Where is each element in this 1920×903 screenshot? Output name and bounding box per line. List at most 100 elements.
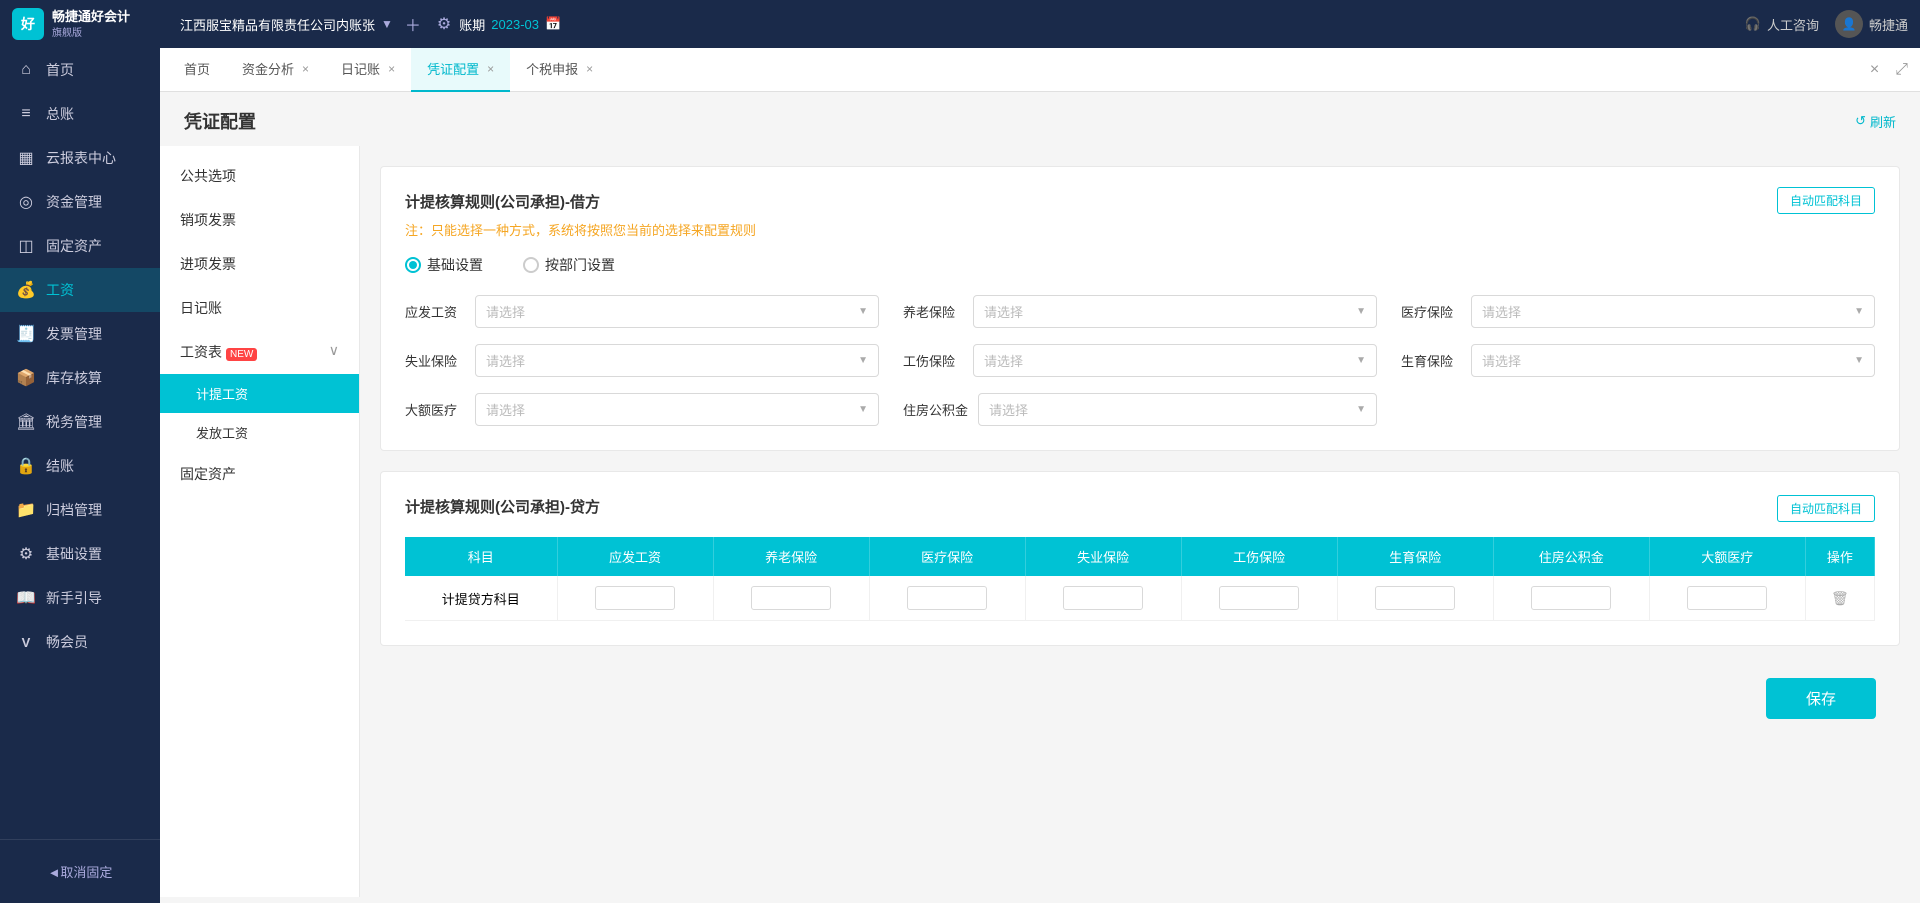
sidebar-item-funds[interactable]: ◎ 资金管理 [0,180,160,224]
th-subject: 科目 [405,537,557,576]
input-medical[interactable] [907,586,987,610]
td-large-medical-input[interactable] [1649,576,1805,621]
tab-tax-label: 个税申报 [526,59,578,78]
credit-auto-match-btn[interactable]: 自动匹配科目 [1777,495,1875,522]
tab-funds-close[interactable]: × [302,62,309,76]
calendar-icon[interactable]: 📅 [545,16,561,32]
sidebar-item-ledger[interactable]: ≡ 总账 [0,92,160,136]
expand-tab-btn[interactable]: ⤢ [1891,57,1912,83]
input-large-medical[interactable] [1687,586,1767,610]
add-icon[interactable]: ＋ [405,12,421,36]
arrow-large-medical: ▼ [858,404,868,415]
sidebar-item-archive[interactable]: 📁 归档管理 [0,488,160,532]
sidebar-item-payroll[interactable]: 💰 工资 [0,268,160,312]
left-nav-payroll-accrual[interactable]: 计提工资 [160,374,359,413]
left-nav-journal[interactable]: 日记账 [160,286,359,330]
left-nav-fixed-assets[interactable]: 固定资产 [160,452,359,496]
td-housing-input[interactable] [1493,576,1649,621]
tab-tax[interactable]: 个税申报 × [510,48,609,92]
sidebar-label-payroll: 工资 [46,280,74,300]
select-medical[interactable]: 请选择 ▼ [1471,295,1875,328]
sidebar-label-close: 结账 [46,456,74,476]
sidebar-label-ledger: 总账 [46,104,74,124]
td-injury-input[interactable] [1181,576,1337,621]
refresh-btn[interactable]: ↺ 刷新 [1855,112,1896,131]
tab-bar: 首页 资金分析 × 日记账 × 凭证配置 × 个税申报 × × ⤢ [160,48,1920,92]
debit-section: 计提核算规则(公司承担)-借方 注：只能选择一种方式，系统将按照您当前的选择来配… [380,166,1900,451]
sidebar-item-tax[interactable]: 🏛 税务管理 [0,400,160,444]
left-nav-sales-invoice[interactable]: 销项发票 [160,198,359,242]
input-maternity[interactable] [1375,586,1455,610]
select-maternity[interactable]: 请选择 ▼ [1471,344,1875,377]
th-pension: 养老保险 [713,537,869,576]
sidebar-label-basic: 基础设置 [46,544,102,564]
tab-funds[interactable]: 资金分析 × [226,48,325,92]
radio-department[interactable]: 按部门设置 [523,255,615,275]
tab-journal-close[interactable]: × [388,62,395,76]
debit-auto-match-btn[interactable]: 自动匹配科目 [1777,187,1875,214]
td-pension-input[interactable] [713,576,869,621]
input-unemployment[interactable] [1063,586,1143,610]
sidebar-item-guide[interactable]: 📖 新手引导 [0,576,160,620]
main-area: 计提核算规则(公司承担)-借方 注：只能选择一种方式，系统将按照您当前的选择来配… [360,146,1920,897]
sidebar-item-close[interactable]: 🔒 结账 [0,444,160,488]
label-unemployment: 失业保险 [405,351,465,370]
td-delete[interactable]: 🗑 [1805,576,1874,621]
sidebar-label-invoices: 发票管理 [46,324,102,344]
input-pension[interactable] [751,586,831,610]
select-pension[interactable]: 请选择 ▼ [973,295,1377,328]
sidebar-item-assets[interactable]: ◫ 固定资产 [0,224,160,268]
select-medical-placeholder: 请选择 [1482,302,1521,321]
left-nav-payroll-release[interactable]: 发放工资 [160,413,359,452]
tab-voucher-config-close[interactable]: × [487,62,494,76]
left-nav-payroll-table[interactable]: 工资表NEW ∨ [160,330,359,374]
sidebar-bottom: ◄取消固定 [0,839,160,903]
tab-journal[interactable]: 日记账 × [325,48,411,92]
company-dropdown-icon[interactable]: ▼ [381,17,393,31]
sidebar-item-home[interactable]: ⌂ 首页 [0,48,160,92]
tab-funds-label: 资金分析 [242,59,294,78]
delete-icon[interactable]: 🗑 [1831,590,1849,606]
sidebar-item-basic[interactable]: ⚙ 基础设置 [0,532,160,576]
td-maternity-input[interactable] [1337,576,1493,621]
left-nav-public[interactable]: 公共选项 [160,154,359,198]
cancel-fixed-btn[interactable]: ◄取消固定 [0,852,160,891]
sidebar-item-reports[interactable]: ▦ 云报表中心 [0,136,160,180]
page-title: 凭证配置 [184,108,256,134]
tab-home[interactable]: 首页 [168,48,226,92]
select-housing[interactable]: 请选择 ▼ [978,393,1377,426]
service-link[interactable]: 🎧 人工咨询 [1745,15,1819,34]
input-injury[interactable] [1219,586,1299,610]
headset-icon: 🎧 [1745,16,1761,32]
td-medical-input[interactable] [869,576,1025,621]
form-row-maternity: 生育保险 请选择 ▼ [1401,344,1875,377]
tab-voucher-config[interactable]: 凭证配置 × [411,48,510,92]
radio-group: 基础设置 按部门设置 [405,255,1875,275]
select-injury[interactable]: 请选择 ▼ [973,344,1377,377]
td-salary-input[interactable] [557,576,713,621]
td-unemployment-input[interactable] [1025,576,1181,621]
input-salary[interactable] [595,586,675,610]
content-wrapper: 公共选项 销项发票 进项发票 日记账 工资表NEW ∨ 计提工资 发放工资 固定… [160,146,1920,897]
input-housing[interactable] [1531,586,1611,610]
sidebar-item-inventory[interactable]: 📦 库存核算 [0,356,160,400]
sidebar-item-vip[interactable]: V 畅会员 [0,620,160,664]
select-salary[interactable]: 请选择 ▼ [475,295,879,328]
settings-icon[interactable]: ⚙ [437,14,451,34]
sidebar-item-invoices[interactable]: 🧾 发票管理 [0,312,160,356]
close-tab-btn[interactable]: × [1866,57,1883,83]
tab-tax-close[interactable]: × [586,62,593,76]
select-large-medical[interactable]: 请选择 ▼ [475,393,879,426]
radio-basic[interactable]: 基础设置 [405,255,483,275]
ledger-icon: ≡ [16,105,36,123]
form-row-medical: 医疗保险 请选择 ▼ [1401,295,1875,328]
company-selector[interactable]: 江西服宝精品有限责任公司内账张 ▼ [180,15,393,34]
save-btn[interactable]: 保存 [1766,678,1876,719]
sidebar-label-reports: 云报表中心 [46,148,116,168]
left-nav-purchase-invoice[interactable]: 进项发票 [160,242,359,286]
select-unemployment[interactable]: 请选择 ▼ [475,344,879,377]
period-value: 2023-03 [491,17,539,32]
form-row-salary: 应发工资 请选择 ▼ [405,295,879,328]
user-info[interactable]: 👤 畅捷通 [1835,10,1908,38]
tax-icon: 🏛 [16,412,36,432]
